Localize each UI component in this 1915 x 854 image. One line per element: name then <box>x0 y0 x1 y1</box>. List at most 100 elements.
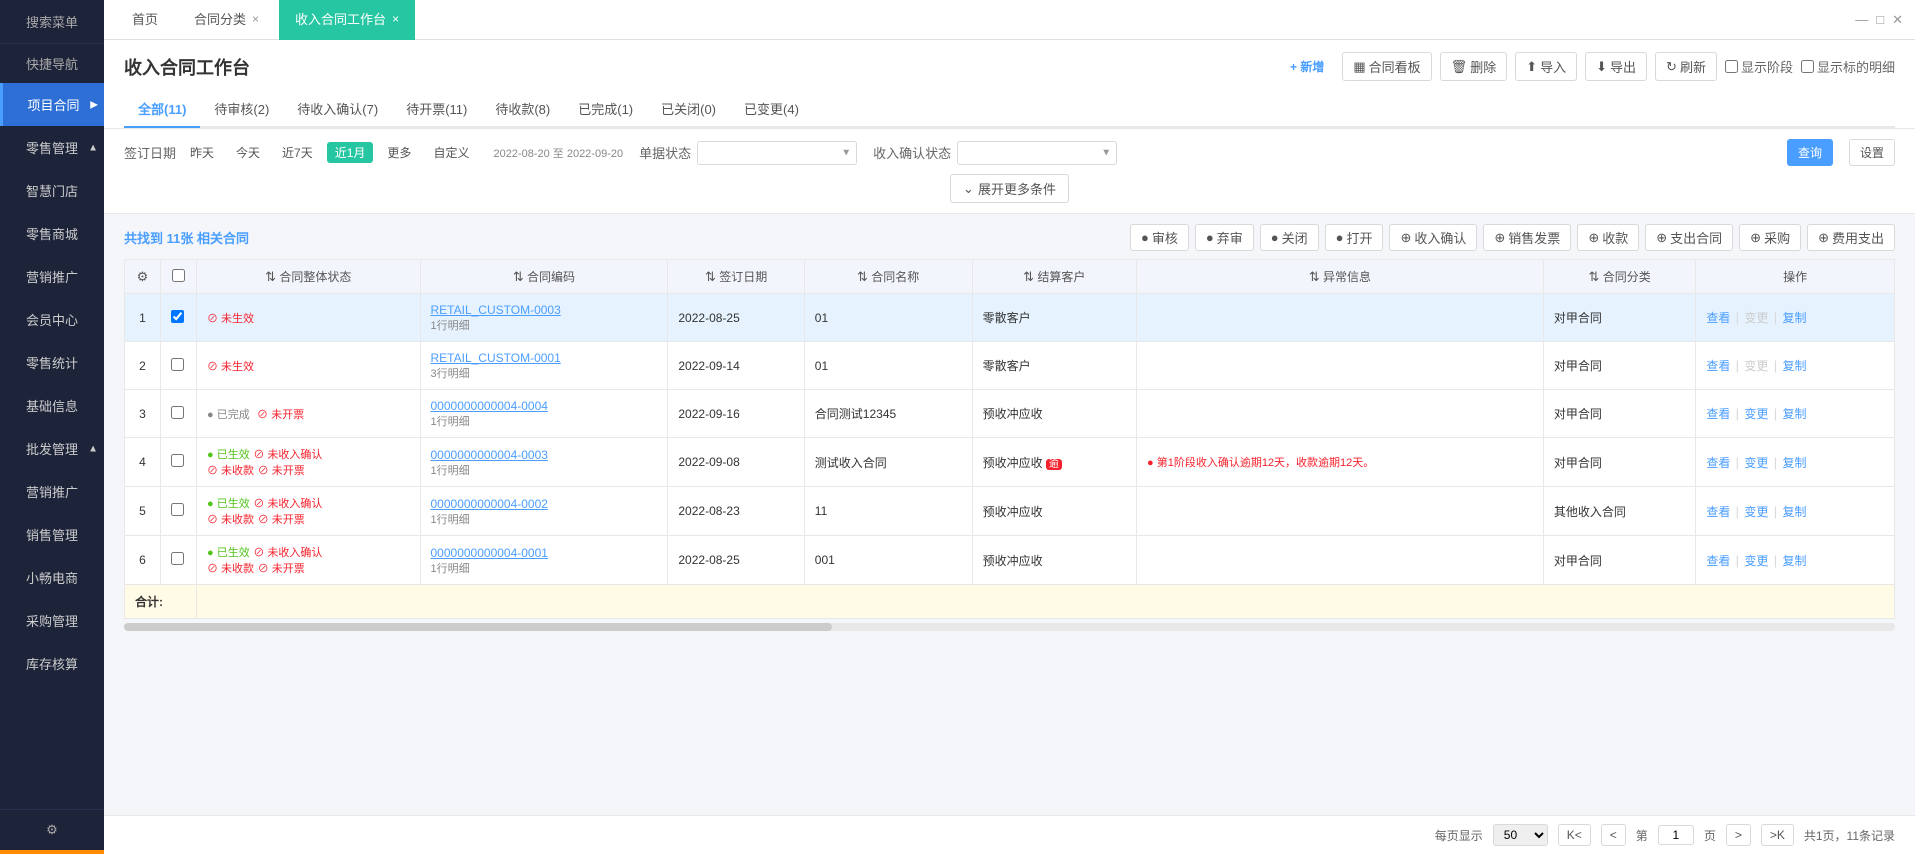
status-tab-completed[interactable]: 已完成(1) <box>564 91 647 128</box>
sidebar-item-marketing1[interactable]: 营销推广 <box>0 255 104 298</box>
row-select-5[interactable] <box>171 503 184 516</box>
status-tab-all[interactable]: 全部(11) <box>124 91 200 128</box>
export-button[interactable]: ⬇ 导出 <box>1585 52 1647 81</box>
status-tab-pending-invoice[interactable]: 待开票(11) <box>392 91 481 128</box>
first-page-btn[interactable]: K< <box>1558 824 1591 846</box>
code-link-3[interactable]: 0000000000004-0004 <box>431 399 548 413</box>
purchase-btn[interactable]: ⊕ 采购 <box>1739 224 1801 251</box>
import-button[interactable]: ⬆ 导入 <box>1515 52 1577 81</box>
edit-btn-3[interactable]: 变更 <box>1744 407 1768 421</box>
last-page-btn[interactable]: >K <box>1761 824 1794 846</box>
more-btn[interactable]: 更多 <box>379 142 419 163</box>
status-tab-pending-review[interactable]: 待审核(2) <box>200 91 283 128</box>
code-link-6[interactable]: 0000000000004-0001 <box>431 546 548 560</box>
sidebar-item-sales[interactable]: 销售管理 <box>0 513 104 556</box>
code-link-5[interactable]: 0000000000004-0002 <box>431 497 548 511</box>
sidebar-item-retail-stats[interactable]: 零售统计 <box>0 341 104 384</box>
status-tab-changed[interactable]: 已变更(4) <box>730 91 813 128</box>
tab-home[interactable]: 首页 <box>116 0 174 40</box>
copy-btn-5[interactable]: 复制 <box>1783 505 1807 519</box>
sidebar-quick-nav[interactable]: 快捷导航 <box>0 44 104 83</box>
edit-btn-6[interactable]: 变更 <box>1744 554 1768 568</box>
show-details-checkbox-label[interactable]: 显示标的明细 <box>1801 57 1895 76</box>
tab-income-workbench[interactable]: 收入合同工作台 × <box>279 0 415 40</box>
row-checkbox[interactable] <box>161 294 197 342</box>
show-fields-checkbox-label[interactable]: 显示阶段 <box>1725 57 1793 76</box>
copy-btn-1[interactable]: 复制 <box>1783 311 1807 325</box>
copy-btn-4[interactable]: 复制 <box>1783 456 1807 470</box>
status-tab-pending-income[interactable]: 待收入确认(7) <box>283 91 392 128</box>
row-checkbox[interactable] <box>161 536 197 585</box>
sidebar-item-wholesale[interactable]: 批发管理 ▲ <box>0 427 104 470</box>
today-btn[interactable]: 今天 <box>228 142 268 163</box>
sidebar-search[interactable]: 搜索菜单 <box>0 0 104 44</box>
settings-filter-button[interactable]: 设置 <box>1849 139 1895 166</box>
sidebar-item-member[interactable]: 会员中心 <box>0 298 104 341</box>
copy-btn-6[interactable]: 复制 <box>1783 554 1807 568</box>
sidebar-item-marketing2[interactable]: 营销推广 <box>0 470 104 513</box>
close-btn[interactable]: ● 关闭 <box>1260 224 1319 251</box>
edit-btn-5[interactable]: 变更 <box>1744 505 1768 519</box>
sidebar-item-basic[interactable]: 基础信息 <box>0 384 104 427</box>
sidebar-item-purchase[interactable]: 采购管理 <box>0 599 104 642</box>
sales-invoice-btn[interactable]: ⊕ 销售发票 <box>1483 224 1571 251</box>
row-select-4[interactable] <box>171 454 184 467</box>
sidebar-item-mall[interactable]: 零售商城 <box>0 212 104 255</box>
horizontal-scrollbar[interactable] <box>124 623 1895 631</box>
minimize-btn[interactable]: — <box>1855 12 1868 28</box>
income-confirm-select[interactable] <box>957 141 1117 165</box>
refresh-button[interactable]: ↻ 刷新 <box>1655 52 1717 81</box>
page-input[interactable] <box>1658 825 1694 845</box>
code-link[interactable]: RETAIL_CUSTOM-0003 <box>431 303 561 317</box>
sidebar-item-project[interactable]: 项目合同 ▶ <box>0 83 104 126</box>
sidebar-item-retail[interactable]: 零售管理 ▲ <box>0 126 104 169</box>
sidebar-item-smart-store[interactable]: 智慧门店 <box>0 169 104 212</box>
maximize-btn[interactable]: □ <box>1876 12 1884 28</box>
fee-out-btn[interactable]: ⊕ 费用支出 <box>1807 224 1895 251</box>
abandon-btn[interactable]: ● 弃审 <box>1195 224 1254 251</box>
col-checkbox[interactable] <box>161 260 197 294</box>
code-link-4[interactable]: 0000000000004-0003 <box>431 448 548 462</box>
col-settings[interactable]: ⚙ <box>125 260 161 294</box>
row-select-3[interactable] <box>171 406 184 419</box>
receive-btn[interactable]: ⊕ 收款 <box>1577 224 1639 251</box>
code-link-2[interactable]: RETAIL_CUSTOM-0001 <box>431 351 561 365</box>
show-fields-checkbox[interactable] <box>1725 60 1738 73</box>
tab-income-close[interactable]: × <box>392 12 399 26</box>
copy-btn-2[interactable]: 复制 <box>1783 359 1807 373</box>
next-page-btn[interactable]: > <box>1726 824 1751 846</box>
last7-btn[interactable]: 近7天 <box>274 142 321 163</box>
expense-out-btn[interactable]: ⊕ 支出合同 <box>1645 224 1733 251</box>
delete-button[interactable]: 🗑 删除 <box>1440 52 1508 81</box>
view-btn-3[interactable]: 查看 <box>1706 407 1730 421</box>
page-size-select[interactable]: 50 10 20 100 <box>1493 824 1548 846</box>
row-checkbox[interactable] <box>161 390 197 438</box>
row-select-2[interactable] <box>171 358 184 371</box>
row-select-6[interactable] <box>171 552 184 565</box>
custom-btn[interactable]: 自定义 <box>425 142 477 163</box>
review-btn[interactable]: ● 审核 <box>1130 224 1189 251</box>
sidebar-item-inventory[interactable]: 库存核算 <box>0 642 104 685</box>
close-btn[interactable]: ✕ <box>1892 12 1903 28</box>
prev-page-btn[interactable]: < <box>1601 824 1626 846</box>
open-btn[interactable]: ● 打开 <box>1325 224 1384 251</box>
expand-filter-btn[interactable]: ⌄ 展开更多条件 <box>950 174 1069 203</box>
copy-btn-3[interactable]: 复制 <box>1783 407 1807 421</box>
status-tab-pending-payment[interactable]: 待收款(8) <box>481 91 564 128</box>
view-btn-4[interactable]: 查看 <box>1706 456 1730 470</box>
doc-status-select[interactable] <box>697 141 857 165</box>
edit-btn-1[interactable]: 变更 <box>1744 311 1768 325</box>
new-button[interactable]: + 新增 <box>1280 54 1334 79</box>
status-tab-closed[interactable]: 已关闭(0) <box>647 91 730 128</box>
sidebar-settings[interactable]: ⚙ <box>0 809 104 850</box>
view-btn-6[interactable]: 查看 <box>1706 554 1730 568</box>
tab-contract-cat-close[interactable]: × <box>252 12 259 26</box>
row-checkbox[interactable] <box>161 342 197 390</box>
row-checkbox[interactable] <box>161 438 197 487</box>
view-btn-2[interactable]: 查看 <box>1706 359 1730 373</box>
show-details-checkbox[interactable] <box>1801 60 1814 73</box>
view-btn-5[interactable]: 查看 <box>1706 505 1730 519</box>
row-checkbox[interactable] <box>161 487 197 536</box>
kanban-button[interactable]: ▦ 合同看板 <box>1342 52 1431 81</box>
yesterday-btn[interactable]: 昨天 <box>182 142 222 163</box>
